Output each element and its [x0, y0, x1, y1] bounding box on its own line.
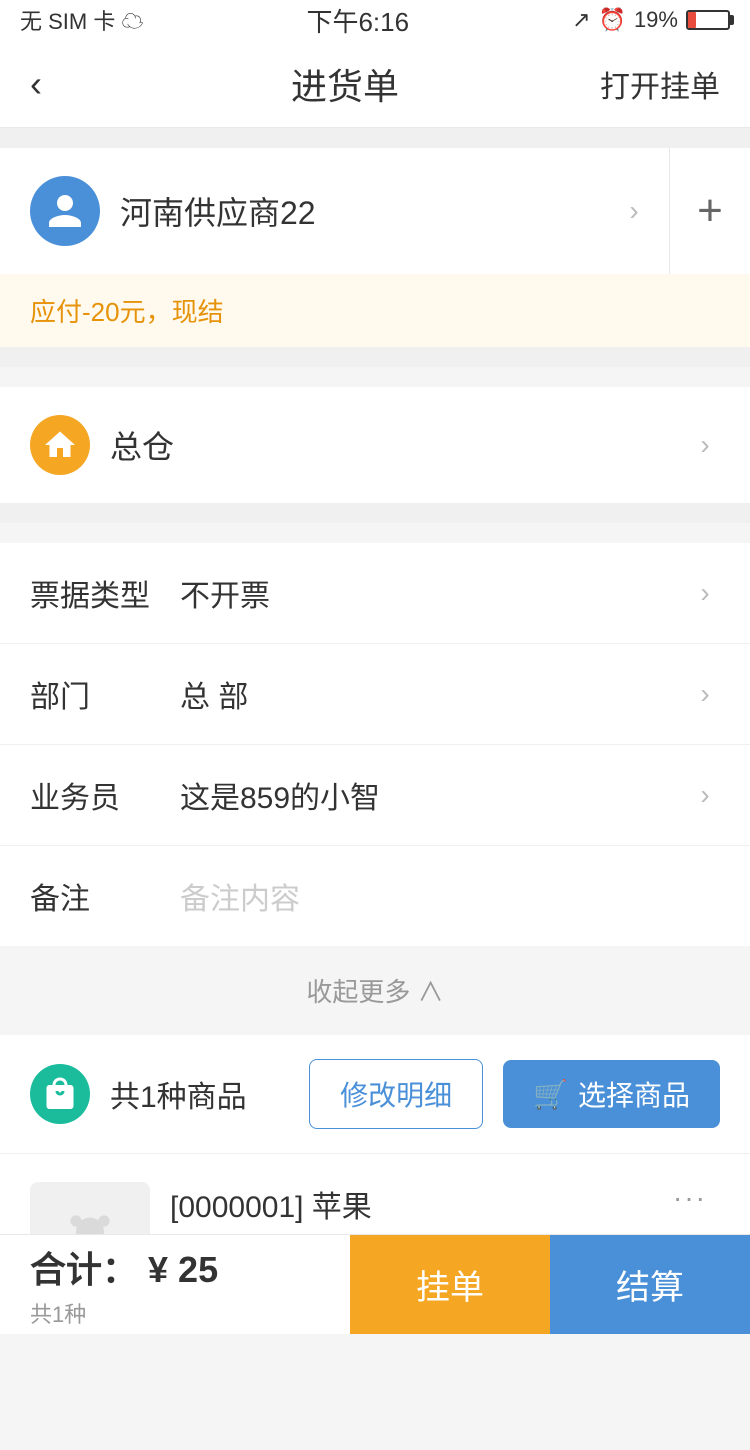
department-row[interactable]: 部门 总 部 › — [0, 644, 750, 745]
total-label: 合计： — [30, 1249, 138, 1290]
invoice-type-row[interactable]: 票据类型 不开票 › — [0, 543, 750, 644]
open-hang-button[interactable]: 打开挂单 — [600, 62, 720, 106]
invoice-value: 不开票 — [160, 571, 690, 615]
separator-3 — [0, 503, 750, 523]
product-name: [0000001] 苹果 — [170, 1182, 640, 1226]
invoice-chevron-icon: › — [690, 578, 720, 608]
form-section: 票据类型 不开票 › 部门 总 部 › 业务员 这是859的小智 › 备注 备注… — [0, 543, 750, 946]
total-value: ¥ 25 — [148, 1249, 218, 1290]
dept-value: 总 部 — [160, 672, 690, 716]
add-supplier-button[interactable]: + — [670, 186, 750, 236]
supplier-avatar — [30, 176, 100, 246]
edit-detail-button[interactable]: 修改明细 — [309, 1059, 483, 1129]
hang-button[interactable]: 挂单 — [350, 1235, 550, 1334]
supplier-name: 河南供应商22 — [120, 188, 619, 234]
status-bar: 无 SIM 卡 ☁ 下午6:16 ↗ ⏰ 19% — [0, 0, 750, 40]
total-amount: 合计： ¥ 25 — [30, 1241, 320, 1293]
select-product-button[interactable]: 🛒 选择商品 — [503, 1060, 720, 1128]
separator-1 — [0, 128, 750, 148]
product-count: 共1种商品 — [110, 1072, 289, 1116]
sim-status: 无 SIM 卡 ☁ — [20, 4, 143, 36]
cart-icon: 🛒 — [533, 1078, 568, 1111]
salesperson-row[interactable]: 业务员 这是859的小智 › — [0, 745, 750, 846]
warehouse-icon — [30, 415, 90, 475]
product-icon — [30, 1064, 90, 1124]
warehouse-name: 总仓 — [110, 422, 690, 468]
dept-label: 部门 — [30, 672, 160, 716]
total-section: 合计： ¥ 25 共1种 — [0, 1235, 350, 1334]
status-left: 无 SIM 卡 ☁ — [20, 4, 143, 36]
product-code: [0000001] — [170, 1191, 312, 1224]
remark-row[interactable]: 备注 备注内容 — [0, 846, 750, 946]
bottom-bar: 合计： ¥ 25 共1种 挂单 结算 — [0, 1234, 750, 1334]
sales-chevron-icon: › — [690, 780, 720, 810]
product-header: 共1种商品 修改明细 🛒 选择商品 — [0, 1035, 750, 1153]
status-time: 下午6:16 — [306, 2, 409, 39]
supplier-chevron-icon: › — [619, 196, 649, 226]
battery-icon — [686, 10, 730, 30]
nav-bar: ‹ 进货单 打开挂单 — [0, 40, 750, 128]
remark-input[interactable]: 备注内容 — [160, 874, 720, 918]
supplier-section: 河南供应商22 › + — [0, 148, 750, 274]
page-title: 进货单 — [291, 58, 399, 110]
person-icon — [45, 191, 85, 231]
sales-value: 这是859的小智 — [160, 773, 690, 817]
home-icon — [42, 427, 78, 463]
separator-2 — [0, 347, 750, 367]
shopping-icon — [42, 1076, 78, 1112]
checkout-button[interactable]: 结算 — [550, 1235, 750, 1334]
battery-percentage: 19% — [634, 7, 678, 33]
location-icon: ↗ — [572, 7, 590, 33]
collapse-button[interactable]: 收起更多 ∧ — [0, 946, 750, 1035]
alarm-icon: ⏰ — [599, 7, 626, 33]
spacer — [0, 1330, 750, 1450]
invoice-label: 票据类型 — [30, 571, 160, 615]
total-count: 共1种 — [30, 1297, 320, 1329]
status-right: ↗ ⏰ 19% — [572, 7, 730, 33]
dept-chevron-icon: › — [690, 679, 720, 709]
sales-label: 业务员 — [30, 773, 160, 817]
remark-label: 备注 — [30, 874, 160, 918]
warehouse-section[interactable]: 总仓 › — [0, 387, 750, 503]
warehouse-chevron-icon: › — [690, 430, 720, 460]
back-button[interactable]: ‹ — [30, 63, 90, 105]
product-title: 苹果 — [312, 1191, 372, 1224]
supplier-selector[interactable]: 河南供应商22 › — [0, 148, 670, 274]
product-more-button[interactable]: ··· — [660, 1182, 720, 1214]
supplier-notice: 应付-20元，现结 — [0, 274, 750, 347]
